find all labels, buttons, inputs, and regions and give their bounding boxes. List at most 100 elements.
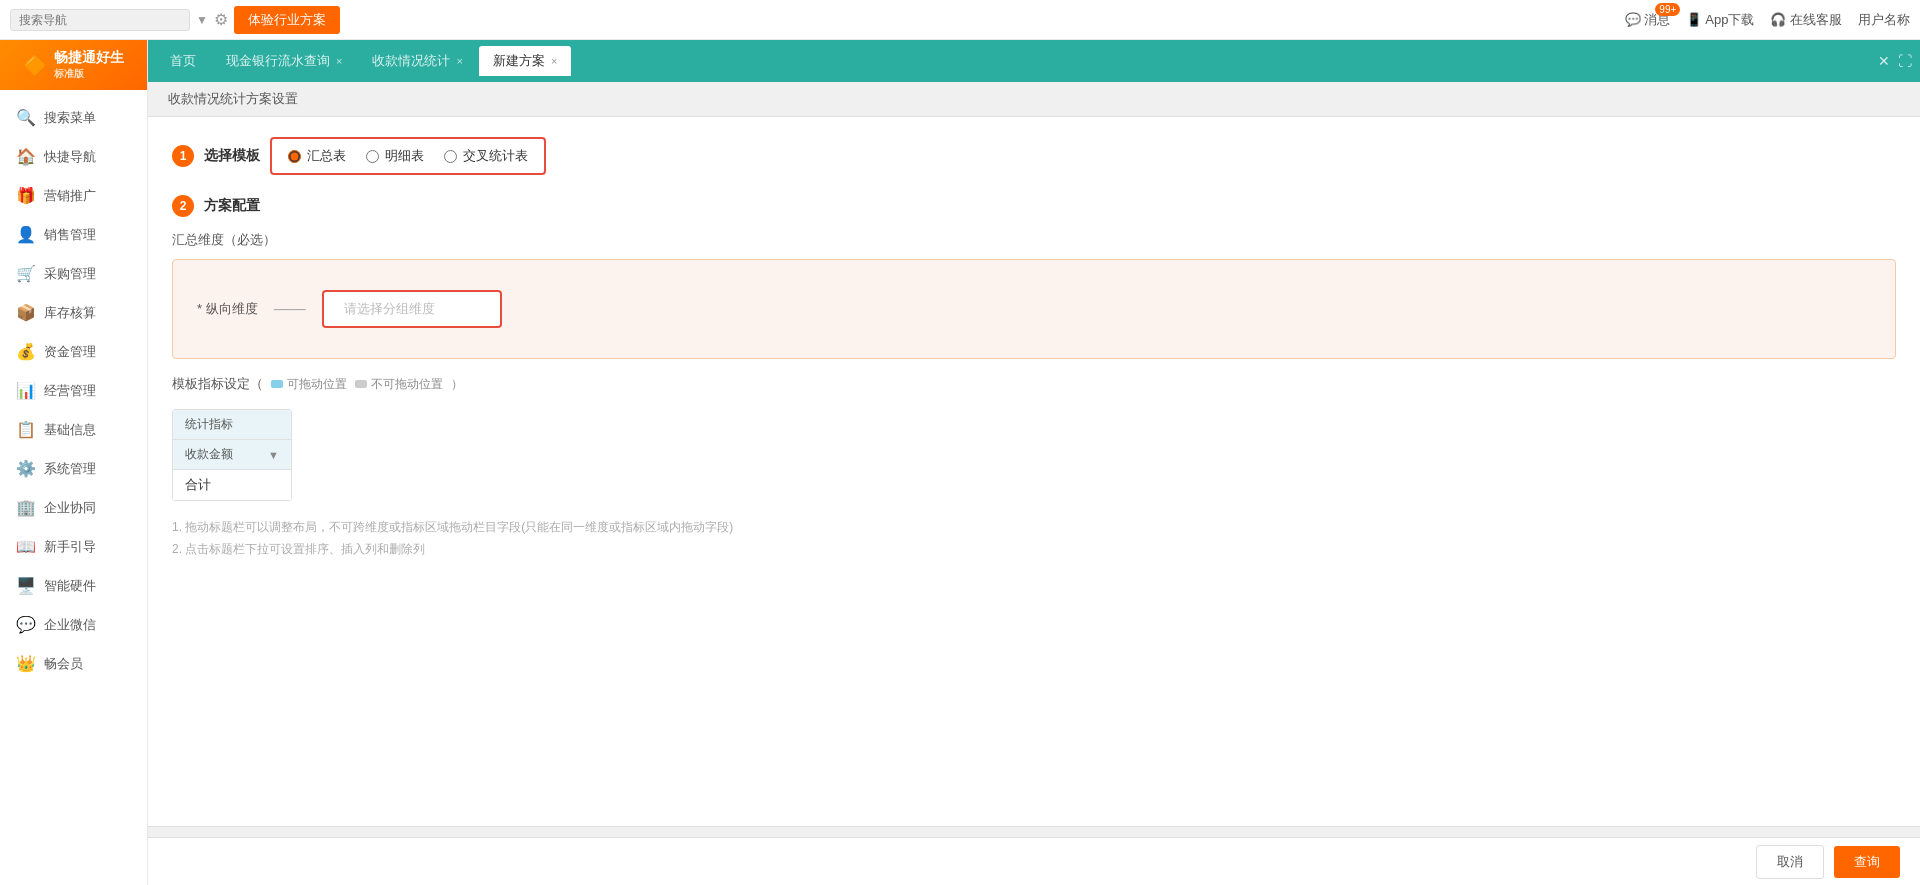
sidebar-item-finance[interactable]: 💰 资金管理 xyxy=(0,332,147,371)
radio-summary[interactable]: 汇总表 xyxy=(288,147,346,165)
dimension-section-label: 汇总维度（必选） xyxy=(172,231,1896,249)
tab-home[interactable]: 首页 xyxy=(156,46,210,76)
sidebar-item-wechat[interactable]: 💬 企业微信 xyxy=(0,605,147,644)
radio-detail[interactable]: 明细表 xyxy=(366,147,424,165)
money-icon: 💰 xyxy=(16,342,36,361)
page-header: 收款情况统计方案设置 xyxy=(148,82,1920,117)
tab-bar: 首页 现金银行流水查询 × 收款情况统计 × 新建方案 × ✕ ⛶ xyxy=(148,40,1920,82)
tab-cash-flow[interactable]: 现金银行流水查询 × xyxy=(212,46,356,76)
gift-icon: 🎁 xyxy=(16,186,36,205)
tab-collection-stats-label: 收款情况统计 xyxy=(372,52,450,70)
user-name[interactable]: 用户名称 xyxy=(1858,11,1910,29)
legend-draggable-label: 可拖动位置 xyxy=(287,376,347,393)
sidebar-item-label: 新手引导 xyxy=(44,538,96,556)
query-button[interactable]: 查询 xyxy=(1834,846,1900,878)
chevron-down-icon[interactable]: ▼ xyxy=(196,13,208,27)
sidebar-item-label: 基础信息 xyxy=(44,421,96,439)
book-icon: 📖 xyxy=(16,537,36,556)
support-link[interactable]: 🎧 在线客服 xyxy=(1770,11,1842,29)
radio-cross-input[interactable] xyxy=(444,150,457,163)
box-icon: 📦 xyxy=(16,303,36,322)
step1-header: 1 选择模板 汇总表 明细表 xyxy=(172,137,1896,175)
radio-cross-label: 交叉统计表 xyxy=(463,147,528,165)
column-header[interactable]: 收款金额 ▼ xyxy=(173,440,291,470)
chart-icon: 📊 xyxy=(16,381,36,400)
cancel-button[interactable]: 取消 xyxy=(1756,845,1824,879)
sidebar-logo: 🔶 畅捷通好生 标准版 xyxy=(0,40,147,90)
step1-number: 1 xyxy=(172,145,194,167)
tip2-text: 2. 点击标题栏下拉可设置排序、插入列和删除列 xyxy=(172,542,425,556)
close-tab-cash-flow-icon[interactable]: × xyxy=(336,55,342,67)
sidebar-item-marketing[interactable]: 🎁 营销推广 xyxy=(0,176,147,215)
tab-new-plan[interactable]: 新建方案 × xyxy=(479,46,571,76)
tip2: 2. 点击标题栏下拉可设置排序、插入列和删除列 xyxy=(172,539,1896,561)
gear-icon[interactable]: ⚙ xyxy=(214,10,228,29)
sidebar-item-enterprise[interactable]: 🏢 企业协同 xyxy=(0,488,147,527)
wechat-icon: 💬 xyxy=(16,615,36,634)
sidebar-item-label: 库存核算 xyxy=(44,304,96,322)
sidebar-item-inventory[interactable]: 📦 库存核算 xyxy=(0,293,147,332)
tip1: 1. 拖动标题栏可以调整布局，不可跨维度或指标区域拖动栏目字段(只能在同一维度或… xyxy=(172,517,1896,539)
close-tab-new-plan-icon[interactable]: × xyxy=(551,55,557,67)
draggable-dot xyxy=(271,380,283,388)
sidebar-item-purchase[interactable]: 🛒 采购管理 xyxy=(0,254,147,293)
radio-detail-input[interactable] xyxy=(366,150,379,163)
tab-home-label: 首页 xyxy=(170,52,196,70)
sidebar-item-label: 系统管理 xyxy=(44,460,96,478)
page-footer: 方案保存（可选） xyxy=(148,826,1920,837)
row-total: 合计 xyxy=(173,470,291,500)
sidebar-item-guide[interactable]: 📖 新手引导 xyxy=(0,527,147,566)
sidebar-item-label: 企业微信 xyxy=(44,616,96,634)
user-icon: 👤 xyxy=(16,225,36,244)
sidebar: 🔶 畅捷通好生 标准版 🔍 搜索菜单 🏠 快捷导航 🎁 营销推广 👤 销售管理 xyxy=(0,40,148,885)
radio-cross[interactable]: 交叉统计表 xyxy=(444,147,528,165)
sidebar-item-label: 资金管理 xyxy=(44,343,96,361)
top-bar-right: 💬 99+ 消息 📱 App下载 🎧 在线客服 用户名称 xyxy=(1625,11,1910,29)
tip1-text: 1. 拖动标题栏可以调整布局，不可跨维度或指标区域拖动栏目字段(只能在同一维度或… xyxy=(172,520,733,534)
sidebar-item-member[interactable]: 👑 畅会员 xyxy=(0,644,147,683)
legend-draggable: 可拖动位置 xyxy=(271,376,347,393)
sidebar-item-search[interactable]: 🔍 搜索菜单 xyxy=(0,98,147,137)
close-window-icon[interactable]: ✕ xyxy=(1878,53,1890,69)
maximize-window-icon[interactable]: ⛶ xyxy=(1898,53,1912,69)
download-link[interactable]: 📱 App下载 xyxy=(1686,11,1754,29)
metrics-section-header: 统计指标 xyxy=(185,416,233,433)
content-area: 首页 现金银行流水查询 × 收款情况统计 × 新建方案 × ✕ ⛶ 收 xyxy=(148,40,1920,885)
step1-title: 选择模板 xyxy=(204,147,260,165)
sidebar-item-label: 企业协同 xyxy=(44,499,96,517)
radio-summary-input[interactable] xyxy=(288,150,301,163)
legend-fixed-label: 不可拖动位置 xyxy=(371,376,443,393)
page-title: 收款情况统计方案设置 xyxy=(168,91,298,106)
industry-button[interactable]: 体验行业方案 xyxy=(234,6,340,34)
metrics-table-header: 统计指标 xyxy=(173,410,291,440)
sidebar-item-nav[interactable]: 🏠 快捷导航 xyxy=(0,137,147,176)
metrics-legend: 可拖动位置 不可拖动位置 ） xyxy=(271,376,463,393)
column-header-label: 收款金额 xyxy=(185,446,233,463)
main-layout: 🔶 畅捷通好生 标准版 🔍 搜索菜单 🏠 快捷导航 🎁 营销推广 👤 销售管理 xyxy=(0,40,1920,885)
logo-text: 畅捷通好生 xyxy=(54,49,124,67)
search-input[interactable] xyxy=(10,9,190,31)
sidebar-item-sales[interactable]: 👤 销售管理 xyxy=(0,215,147,254)
tab-cash-flow-label: 现金银行流水查询 xyxy=(226,52,330,70)
cart-icon: 🛒 xyxy=(16,264,36,283)
tab-collection-stats[interactable]: 收款情况统计 × xyxy=(358,46,476,76)
dimension-select[interactable]: 请选择分组维度 xyxy=(322,290,502,328)
sidebar-item-hardware[interactable]: 🖥️ 智能硬件 xyxy=(0,566,147,605)
legend-close-paren: ） xyxy=(451,376,463,393)
sidebar-item-management[interactable]: 📊 经营管理 xyxy=(0,371,147,410)
sidebar-item-basic-info[interactable]: 📋 基础信息 xyxy=(0,410,147,449)
list-icon: 📋 xyxy=(16,420,36,439)
monitor-icon: 🖥️ xyxy=(16,576,36,595)
column-dropdown-icon[interactable]: ▼ xyxy=(268,449,279,461)
support-icon: 🎧 xyxy=(1770,12,1786,27)
sidebar-item-system[interactable]: ⚙️ 系统管理 xyxy=(0,449,147,488)
close-tab-collection-icon[interactable]: × xyxy=(456,55,462,67)
sidebar-item-label: 搜索菜单 xyxy=(44,109,96,127)
config-section: 汇总维度（必选） * 纵向维度 —— 请选择分组维度 模板指标设定（ xyxy=(172,231,1896,560)
crown-icon: 👑 xyxy=(16,654,36,673)
notification-area[interactable]: 💬 99+ 消息 xyxy=(1625,11,1671,29)
metrics-label: 模板指标设定（ 可拖动位置 不可拖动位置 xyxy=(172,375,1896,393)
fixed-dot xyxy=(355,380,367,388)
search-icon: 🔍 xyxy=(16,108,36,127)
window-controls: ✕ ⛶ xyxy=(1878,53,1912,69)
